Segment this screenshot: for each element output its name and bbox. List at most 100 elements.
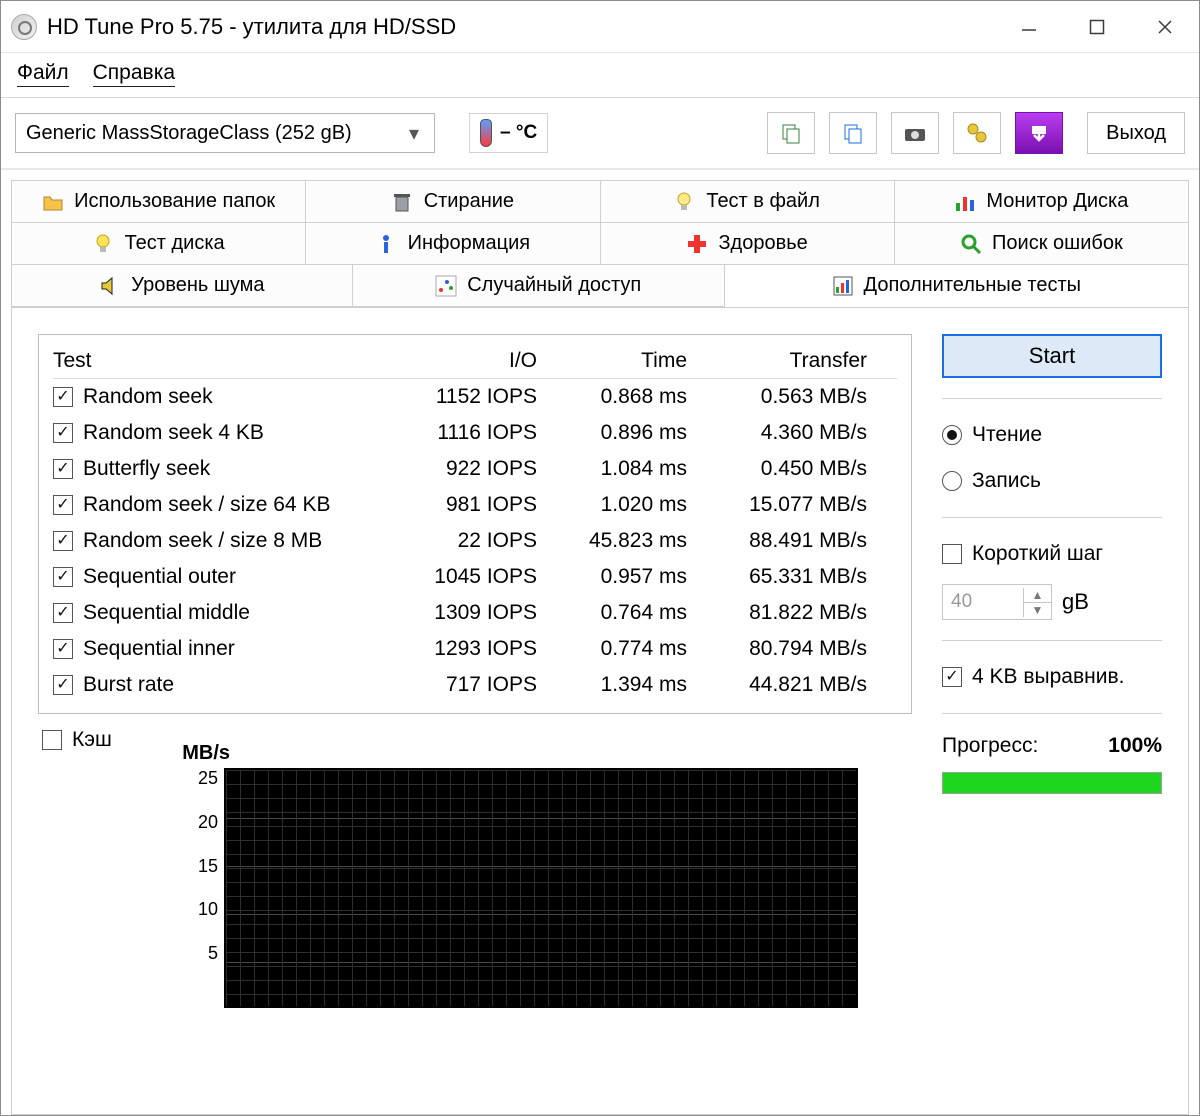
tab-label: Информация: [408, 232, 530, 255]
io-cell: 1116 IOPS: [383, 421, 543, 445]
transfer-chart: MB/s 25 20 15 10 5 0: [198, 768, 858, 1008]
ytick: 10: [198, 899, 218, 920]
trash-icon: [392, 191, 414, 213]
start-button[interactable]: Start: [942, 334, 1162, 378]
chart-y-axis: MB/s 25 20 15 10 5 0: [198, 768, 224, 1008]
test-cell[interactable]: Random seek: [53, 385, 383, 409]
transfer-cell: 65.331 MB/s: [693, 565, 873, 589]
table-header: Test I/O Time Transfer: [53, 343, 897, 379]
copy-text-button[interactable]: [767, 112, 815, 154]
checkbox-icon[interactable]: [53, 423, 73, 443]
toolbar: Generic MassStorageClass (252 gB) ▾ – °C…: [1, 98, 1199, 170]
table-row: Burst rate717 IOPS1.394 ms44.821 MB/s: [53, 667, 897, 703]
exit-button[interactable]: Выход: [1087, 112, 1185, 154]
test-name: Random seek: [83, 385, 213, 409]
save-button[interactable]: [1015, 112, 1063, 154]
side-panel: Start Чтение Запись Короткий шаг: [942, 334, 1162, 1114]
short-stroke-size: 40 ▲▼ gB: [942, 584, 1162, 620]
copy-data-button[interactable]: [829, 112, 877, 154]
tab-random-access[interactable]: Случайный доступ: [353, 265, 725, 307]
checkbox-icon[interactable]: [53, 459, 73, 479]
transfer-cell: 0.563 MB/s: [693, 385, 873, 409]
short-stroke-label: Короткий шаг: [972, 542, 1103, 566]
test-cell[interactable]: Sequential middle: [53, 601, 383, 625]
extra-tests-pane: Test I/O Time Transfer Random seek 1152 I…: [11, 307, 1189, 1115]
checkbox-icon[interactable]: [53, 567, 73, 587]
settings-button[interactable]: [953, 112, 1001, 154]
align-4kb-checkbox[interactable]: 4 KB выравнив.: [942, 661, 1162, 693]
checkbox-icon[interactable]: [53, 531, 73, 551]
checkbox-icon[interactable]: [53, 387, 73, 407]
checkbox-icon[interactable]: [53, 639, 73, 659]
time-cell: 0.774 ms: [543, 637, 693, 661]
search-icon: [960, 233, 982, 255]
maximize-button[interactable]: [1063, 1, 1131, 53]
exit-button-label: Выход: [1106, 122, 1166, 145]
test-cell[interactable]: Butterfly seek: [53, 457, 383, 481]
transfer-cell: 15.077 MB/s: [693, 493, 873, 517]
ytick: 25: [198, 768, 218, 789]
checkbox-icon[interactable]: [53, 495, 73, 515]
tab-file-test[interactable]: Тест в файл: [601, 181, 895, 223]
mode-read-label: Чтение: [972, 423, 1042, 447]
checkbox-icon[interactable]: [942, 544, 962, 564]
radio-icon[interactable]: [942, 425, 962, 445]
tab-erase[interactable]: Стирание: [306, 181, 600, 223]
info-icon: [376, 233, 398, 255]
test-name: Sequential inner: [83, 637, 235, 661]
progress-label-row: Прогресс: 100%: [942, 734, 1162, 758]
tab-health[interactable]: Здоровье: [601, 223, 895, 265]
tab-disk-monitor[interactable]: Монитор Диска: [895, 181, 1188, 223]
tab-info[interactable]: Информация: [306, 223, 600, 265]
io-cell: 1152 IOPS: [383, 385, 543, 409]
tab-noise[interactable]: Уровень шума: [12, 265, 353, 307]
radio-icon[interactable]: [942, 471, 962, 491]
test-cell[interactable]: Random seek / size 8 MB: [53, 529, 383, 553]
cache-checkbox-row[interactable]: Кэш: [42, 728, 912, 752]
test-cell[interactable]: Random seek / size 64 KB: [53, 493, 383, 517]
tab-extra-tests[interactable]: Дополнительные тесты: [725, 265, 1188, 307]
test-name: Random seek / size 8 MB: [83, 529, 322, 553]
time-cell: 45.823 ms: [543, 529, 693, 553]
test-cell[interactable]: Sequential outer: [53, 565, 383, 589]
progress-label: Прогресс:: [942, 734, 1038, 758]
screenshot-button[interactable]: [891, 112, 939, 154]
checkbox-icon[interactable]: [42, 730, 62, 750]
table-row: Random seek1152 IOPS0.868 ms0.563 MB/s: [53, 379, 897, 415]
stroke-spinner[interactable]: 40 ▲▼: [942, 584, 1052, 620]
spinner-arrows[interactable]: ▲▼: [1023, 588, 1051, 617]
minimize-button[interactable]: [995, 1, 1063, 53]
menu-file[interactable]: Файл: [17, 61, 69, 87]
transfer-cell: 81.822 MB/s: [693, 601, 873, 625]
tab-error-scan[interactable]: Поиск ошибок: [895, 223, 1188, 265]
drive-select[interactable]: Generic MassStorageClass (252 gB) ▾: [15, 113, 435, 153]
progress-value: 100%: [1108, 734, 1162, 758]
transfer-cell: 0.450 MB/s: [693, 457, 873, 481]
time-cell: 0.957 ms: [543, 565, 693, 589]
checkbox-icon[interactable]: [53, 603, 73, 623]
test-cell[interactable]: Sequential inner: [53, 637, 383, 661]
close-button[interactable]: [1131, 1, 1199, 53]
stroke-value: 40: [943, 591, 1023, 613]
col-io: I/O: [383, 349, 543, 373]
tab-disk-test[interactable]: Тест диска: [12, 223, 306, 265]
tab-label: Стирание: [424, 190, 514, 213]
tab-folder-usage[interactable]: Использование папок: [12, 181, 306, 223]
transfer-cell: 88.491 MB/s: [693, 529, 873, 553]
test-cell[interactable]: Burst rate: [53, 673, 383, 697]
mode-write[interactable]: Запись: [942, 465, 1162, 497]
align-label: 4 KB выравнив.: [972, 665, 1124, 689]
short-stroke-checkbox[interactable]: Короткий шаг: [942, 538, 1162, 570]
checkbox-icon[interactable]: [53, 675, 73, 695]
menu-help[interactable]: Справка: [93, 61, 175, 87]
tab-label: Монитор Диска: [986, 190, 1128, 213]
mode-write-label: Запись: [972, 469, 1041, 493]
checkbox-icon[interactable]: [942, 667, 962, 687]
time-cell: 1.084 ms: [543, 457, 693, 481]
mode-read[interactable]: Чтение: [942, 419, 1162, 451]
tab-label: Использование папок: [74, 190, 275, 213]
chart-y-unit: MB/s: [182, 742, 230, 765]
io-cell: 717 IOPS: [383, 673, 543, 697]
table-row: Random seek / size 64 KB981 IOPS1.020 ms…: [53, 487, 897, 523]
test-cell[interactable]: Random seek 4 KB: [53, 421, 383, 445]
